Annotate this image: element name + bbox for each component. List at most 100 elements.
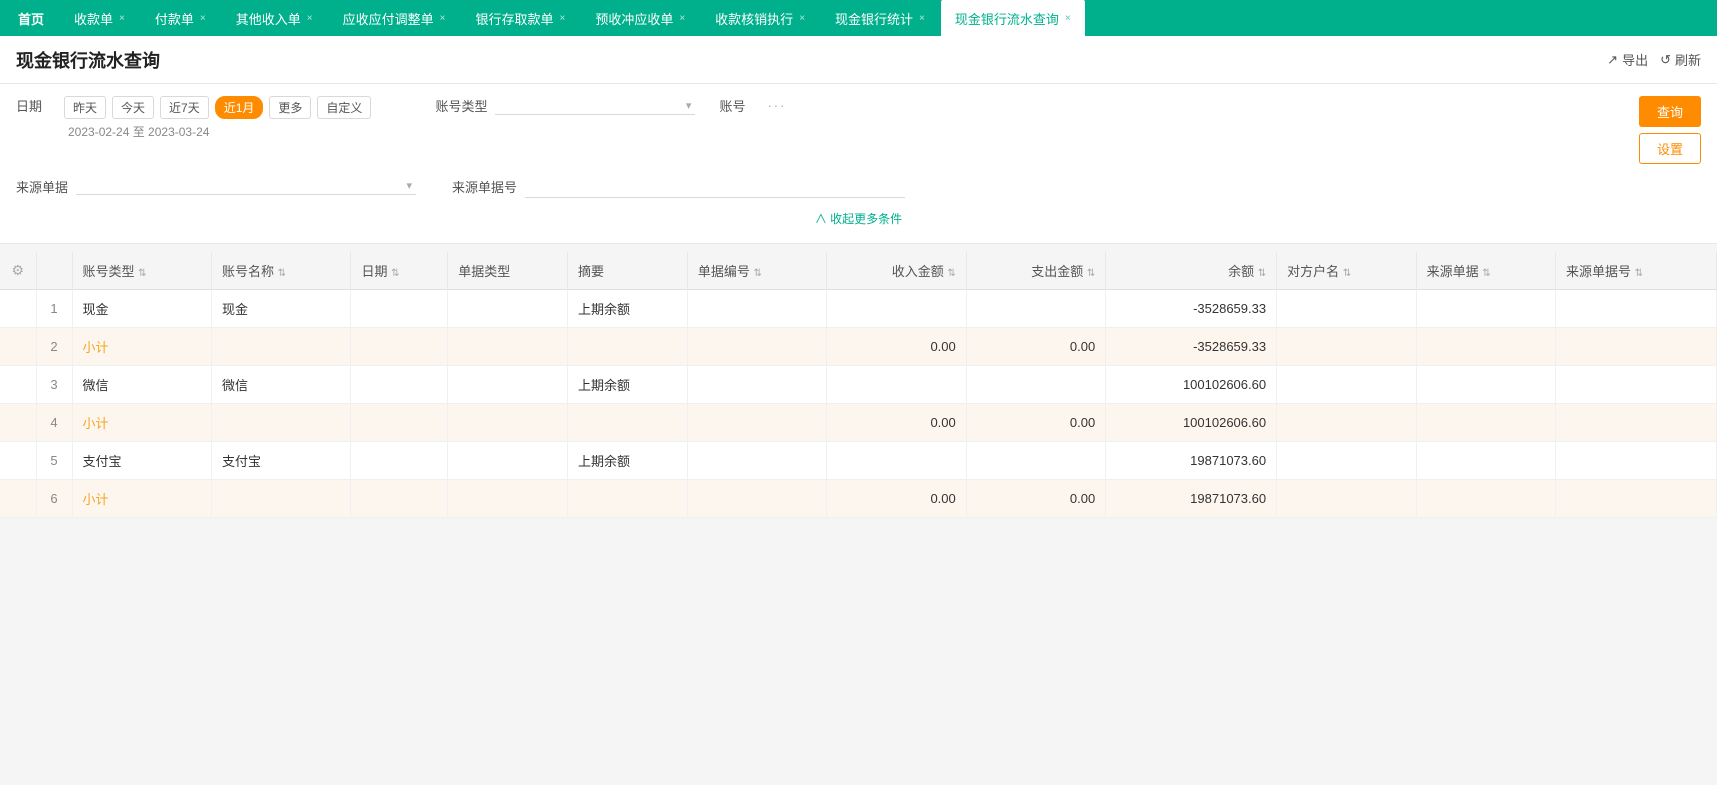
date-btn-custom[interactable]: 自定义 bbox=[317, 96, 371, 119]
sort-icon: ⇅ bbox=[391, 268, 399, 279]
cell-summary: 上期余额 bbox=[568, 442, 688, 480]
cell-date bbox=[351, 442, 448, 480]
account-no-label: 账号 bbox=[719, 96, 759, 115]
cell-counterparty bbox=[1277, 404, 1416, 442]
cell-doc-no bbox=[687, 366, 826, 404]
query-button[interactable]: 查询 bbox=[1639, 96, 1701, 127]
th-summary[interactable]: 摘要 bbox=[568, 252, 688, 290]
cell-doc-no bbox=[687, 290, 826, 328]
cell-num: 3 bbox=[36, 366, 72, 404]
th-income[interactable]: 收入金额 ⇅ bbox=[827, 252, 966, 290]
nav-tab-home-label: 首页 bbox=[18, 9, 44, 28]
nav-tab-cashflow[interactable]: 现金银行流水查询 × bbox=[941, 0, 1085, 36]
cell-expense: 0.00 bbox=[966, 404, 1105, 442]
cell-date bbox=[351, 366, 448, 404]
cell-income bbox=[827, 366, 966, 404]
sort-icon: ⇅ bbox=[1258, 268, 1266, 279]
close-icon[interactable]: × bbox=[919, 13, 925, 24]
nav-tab-prepay-label: 预收冲应收单 bbox=[595, 9, 673, 28]
cell-doc-type bbox=[448, 480, 568, 518]
cell-summary bbox=[568, 404, 688, 442]
export-icon: ↗ bbox=[1607, 52, 1618, 68]
cell-gear bbox=[0, 328, 36, 366]
date-options: 昨天 今天 近7天 近1月 更多 自定义 bbox=[64, 96, 371, 119]
th-expense[interactable]: 支出金额 ⇅ bbox=[966, 252, 1105, 290]
page-title: 现金银行流水查询 bbox=[16, 47, 160, 73]
th-date[interactable]: 日期 ⇅ bbox=[351, 252, 448, 290]
cell-balance: -3528659.33 bbox=[1106, 328, 1277, 366]
date-btn-yesterday[interactable]: 昨天 bbox=[64, 96, 106, 119]
refresh-button[interactable]: ↺ 刷新 bbox=[1660, 50, 1701, 69]
cell-income bbox=[827, 442, 966, 480]
date-btn-7days[interactable]: 近7天 bbox=[160, 96, 209, 119]
nav-tab-other-income[interactable]: 其他收入单 × bbox=[222, 0, 327, 36]
account-no-dots[interactable]: ··· bbox=[767, 98, 786, 113]
th-settings[interactable]: ⚙ bbox=[0, 252, 36, 290]
nav-tab-payment[interactable]: 付款单 × bbox=[141, 0, 220, 36]
nav-tab-payment-label: 付款单 bbox=[155, 9, 194, 28]
close-icon[interactable]: × bbox=[200, 13, 206, 24]
cell-account-name: 微信 bbox=[211, 366, 350, 404]
filter-area: 日期 昨天 今天 近7天 近1月 更多 自定义 2023-02-24 至 202… bbox=[0, 84, 1717, 244]
cell-gear bbox=[0, 404, 36, 442]
close-icon[interactable]: × bbox=[307, 13, 313, 24]
date-btn-more[interactable]: 更多 bbox=[269, 96, 311, 119]
nav-tab-receipt[interactable]: 收款单 × bbox=[60, 0, 139, 36]
account-type-select[interactable]: ▾ bbox=[495, 97, 695, 115]
table-row: 2小计0.000.00-3528659.33 bbox=[0, 328, 1717, 366]
th-doc-no[interactable]: 单据编号 ⇅ bbox=[687, 252, 826, 290]
cell-source-doc-no bbox=[1556, 366, 1717, 404]
date-btn-1month[interactable]: 近1月 bbox=[215, 96, 264, 119]
th-source-doc[interactable]: 来源单据 ⇅ bbox=[1416, 252, 1555, 290]
date-btn-today[interactable]: 今天 bbox=[112, 96, 154, 119]
source-doc-select[interactable]: ▾ bbox=[76, 177, 416, 195]
nav-tab-bank-deposit[interactable]: 银行存取款单 × bbox=[461, 0, 579, 36]
cell-num: 1 bbox=[36, 290, 72, 328]
nav-tab-adjustment[interactable]: 应收应付调整单 × bbox=[329, 0, 460, 36]
nav-tab-prepay[interactable]: 预收冲应收单 × bbox=[581, 0, 699, 36]
chevron-down-icon: ▾ bbox=[406, 179, 412, 192]
cell-source-doc-no bbox=[1556, 404, 1717, 442]
th-source-doc-no[interactable]: 来源单据号 ⇅ bbox=[1556, 252, 1717, 290]
cell-doc-no bbox=[687, 328, 826, 366]
nav-tab-verify[interactable]: 收款核销执行 × bbox=[701, 0, 819, 36]
collapse-bar[interactable]: ∧ 收起更多条件 bbox=[16, 206, 1701, 231]
top-nav: 首页 收款单 × 付款单 × 其他收入单 × 应收应付调整单 × 银行存取款单 … bbox=[0, 0, 1717, 36]
nav-tab-receipt-label: 收款单 bbox=[74, 9, 113, 28]
cell-account-type: 小计 bbox=[72, 404, 211, 442]
close-icon[interactable]: × bbox=[440, 13, 446, 24]
nav-tab-stats-label: 现金银行统计 bbox=[835, 9, 913, 28]
th-num bbox=[36, 252, 72, 290]
cell-source-doc-no bbox=[1556, 480, 1717, 518]
settings-button[interactable]: 设置 bbox=[1639, 133, 1701, 164]
th-counterparty[interactable]: 对方户名 ⇅ bbox=[1277, 252, 1416, 290]
cell-gear bbox=[0, 290, 36, 328]
cell-expense bbox=[966, 290, 1105, 328]
th-doc-type[interactable]: 单据类型 bbox=[448, 252, 568, 290]
th-account-type[interactable]: 账号类型 ⇅ bbox=[72, 252, 211, 290]
close-icon[interactable]: × bbox=[679, 13, 685, 24]
cell-expense bbox=[966, 366, 1105, 404]
close-icon[interactable]: × bbox=[799, 13, 805, 24]
cell-doc-type bbox=[448, 404, 568, 442]
cell-counterparty bbox=[1277, 480, 1416, 518]
th-balance[interactable]: 余额 ⇅ bbox=[1106, 252, 1277, 290]
close-icon[interactable]: × bbox=[119, 13, 125, 24]
page-header: 现金银行流水查询 ↗ 导出 ↺ 刷新 bbox=[0, 36, 1717, 84]
source-doc-no-input[interactable] bbox=[525, 174, 905, 198]
nav-tab-stats[interactable]: 现金银行统计 × bbox=[821, 0, 939, 36]
cell-gear bbox=[0, 442, 36, 480]
cell-source-doc bbox=[1416, 480, 1555, 518]
nav-tab-home[interactable]: 首页 bbox=[4, 0, 58, 36]
table-header-row: ⚙ 账号类型 ⇅ 账号名称 ⇅ 日期 ⇅ 单据类型 摘要 单据编号 ⇅ 收入金额… bbox=[0, 252, 1717, 290]
gear-icon[interactable]: ⚙ bbox=[11, 262, 24, 278]
export-button[interactable]: ↗ 导出 bbox=[1607, 50, 1648, 69]
refresh-label: 刷新 bbox=[1675, 50, 1701, 69]
cell-doc-no bbox=[687, 442, 826, 480]
close-icon[interactable]: × bbox=[1065, 13, 1071, 24]
close-icon[interactable]: × bbox=[559, 13, 565, 24]
th-account-name[interactable]: 账号名称 ⇅ bbox=[211, 252, 350, 290]
cell-balance: 19871073.60 bbox=[1106, 442, 1277, 480]
nav-tab-adjustment-label: 应收应付调整单 bbox=[343, 9, 434, 28]
source-doc-no-label: 来源单据号 bbox=[452, 177, 517, 196]
